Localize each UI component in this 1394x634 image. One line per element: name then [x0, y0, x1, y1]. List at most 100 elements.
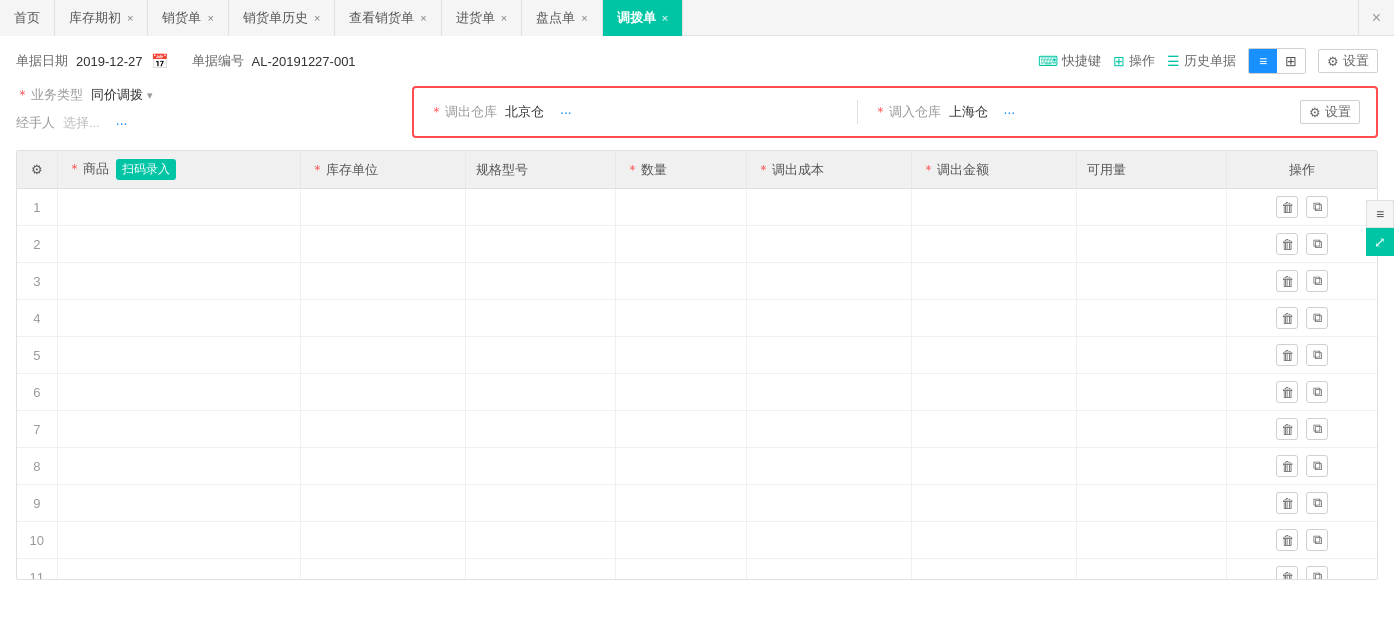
- spec-cell-5[interactable]: [465, 337, 615, 374]
- in-warehouse-more-button[interactable]: ···: [1004, 104, 1016, 120]
- delete-icon-8[interactable]: 🗑: [1276, 455, 1298, 477]
- copy-icon-4[interactable]: ⧉: [1306, 307, 1328, 329]
- spec-cell-9[interactable]: [465, 485, 615, 522]
- delete-icon-11[interactable]: 🗑: [1276, 566, 1298, 580]
- cost-cell-7[interactable]: [747, 411, 912, 448]
- copy-icon-7[interactable]: ⧉: [1306, 418, 1328, 440]
- qty-cell-2[interactable]: [615, 226, 746, 263]
- amount-cell-11[interactable]: [912, 559, 1077, 581]
- tab-view-sales[interactable]: 查看销货单 ×: [335, 0, 441, 36]
- qty-cell-3[interactable]: [615, 263, 746, 300]
- spec-cell-1[interactable]: [465, 189, 615, 226]
- cost-cell-1[interactable]: [747, 189, 912, 226]
- tab-sales-history[interactable]: 销货单历史 ×: [229, 0, 335, 36]
- copy-icon-10[interactable]: ⧉: [1306, 529, 1328, 551]
- unit-cell-5[interactable]: [300, 337, 465, 374]
- product-cell-5[interactable]: [57, 337, 300, 374]
- delete-icon-9[interactable]: 🗑: [1276, 492, 1298, 514]
- tab-close-inventory-init[interactable]: ×: [127, 12, 133, 24]
- unit-cell-1[interactable]: [300, 189, 465, 226]
- amount-cell-4[interactable]: [912, 300, 1077, 337]
- calendar-icon[interactable]: 📅: [151, 53, 168, 69]
- history-action[interactable]: ☰ 历史单据: [1167, 52, 1236, 70]
- delete-icon-4[interactable]: 🗑: [1276, 307, 1298, 329]
- delete-icon-2[interactable]: 🗑: [1276, 233, 1298, 255]
- product-cell-8[interactable]: [57, 448, 300, 485]
- qty-cell-8[interactable]: [615, 448, 746, 485]
- amount-cell-7[interactable]: [912, 411, 1077, 448]
- out-warehouse-more-button[interactable]: ···: [560, 104, 572, 120]
- tab-close-inventory-check[interactable]: ×: [581, 12, 587, 24]
- window-close-button[interactable]: ×: [1358, 0, 1394, 36]
- tab-purchase[interactable]: 进货单 ×: [442, 0, 522, 36]
- copy-icon-2[interactable]: ⧉: [1306, 233, 1328, 255]
- shortcut-action[interactable]: ⌨ 快捷键: [1038, 52, 1101, 70]
- amount-cell-3[interactable]: [912, 263, 1077, 300]
- col-settings[interactable]: ⚙: [17, 151, 57, 189]
- copy-icon-3[interactable]: ⧉: [1306, 270, 1328, 292]
- spec-cell-6[interactable]: [465, 374, 615, 411]
- spec-cell-7[interactable]: [465, 411, 615, 448]
- delete-icon-10[interactable]: 🗑: [1276, 529, 1298, 551]
- unit-cell-8[interactable]: [300, 448, 465, 485]
- amount-cell-1[interactable]: [912, 189, 1077, 226]
- qty-cell-11[interactable]: [615, 559, 746, 581]
- cost-cell-8[interactable]: [747, 448, 912, 485]
- cost-cell-2[interactable]: [747, 226, 912, 263]
- cost-cell-9[interactable]: [747, 485, 912, 522]
- cost-cell-10[interactable]: [747, 522, 912, 559]
- operations-action[interactable]: ⊞ 操作: [1113, 52, 1155, 70]
- product-cell-1[interactable]: [57, 189, 300, 226]
- tab-close-sales-order[interactable]: ×: [207, 12, 213, 24]
- product-cell-6[interactable]: [57, 374, 300, 411]
- list-view-button[interactable]: ≡: [1249, 49, 1277, 73]
- settings-button[interactable]: ⚙ 设置: [1318, 49, 1378, 73]
- qty-cell-9[interactable]: [615, 485, 746, 522]
- unit-cell-7[interactable]: [300, 411, 465, 448]
- tab-inventory-init[interactable]: 库存期初 ×: [55, 0, 148, 36]
- sidebar-list-icon[interactable]: ≡: [1366, 200, 1394, 228]
- delete-icon-5[interactable]: 🗑: [1276, 344, 1298, 366]
- amount-cell-8[interactable]: [912, 448, 1077, 485]
- product-cell-9[interactable]: [57, 485, 300, 522]
- qty-cell-1[interactable]: [615, 189, 746, 226]
- warehouse-settings-button[interactable]: ⚙ 设置: [1300, 100, 1360, 124]
- unit-cell-4[interactable]: [300, 300, 465, 337]
- copy-icon-5[interactable]: ⧉: [1306, 344, 1328, 366]
- tab-close-purchase[interactable]: ×: [501, 12, 507, 24]
- qty-cell-4[interactable]: [615, 300, 746, 337]
- spec-cell-3[interactable]: [465, 263, 615, 300]
- handler-value[interactable]: 选择...: [63, 114, 100, 132]
- spec-cell-8[interactable]: [465, 448, 615, 485]
- spec-cell-11[interactable]: [465, 559, 615, 581]
- spec-cell-4[interactable]: [465, 300, 615, 337]
- unit-cell-11[interactable]: [300, 559, 465, 581]
- qty-cell-7[interactable]: [615, 411, 746, 448]
- tab-transfer[interactable]: 调拨单 ×: [603, 0, 683, 36]
- copy-icon-1[interactable]: ⧉: [1306, 196, 1328, 218]
- copy-icon-8[interactable]: ⧉: [1306, 455, 1328, 477]
- product-cell-11[interactable]: [57, 559, 300, 581]
- handler-more-button[interactable]: ···: [116, 115, 128, 131]
- product-cell-4[interactable]: [57, 300, 300, 337]
- unit-cell-3[interactable]: [300, 263, 465, 300]
- sidebar-expand-icon[interactable]: ⤢: [1366, 228, 1394, 256]
- cost-cell-3[interactable]: [747, 263, 912, 300]
- amount-cell-2[interactable]: [912, 226, 1077, 263]
- unit-cell-9[interactable]: [300, 485, 465, 522]
- cost-cell-5[interactable]: [747, 337, 912, 374]
- grid-view-button[interactable]: ⊞: [1277, 49, 1305, 73]
- qty-cell-6[interactable]: [615, 374, 746, 411]
- spec-cell-2[interactable]: [465, 226, 615, 263]
- product-cell-10[interactable]: [57, 522, 300, 559]
- unit-cell-6[interactable]: [300, 374, 465, 411]
- spec-cell-10[interactable]: [465, 522, 615, 559]
- amount-cell-9[interactable]: [912, 485, 1077, 522]
- tab-close-transfer[interactable]: ×: [662, 12, 668, 24]
- qty-cell-10[interactable]: [615, 522, 746, 559]
- product-cell-7[interactable]: [57, 411, 300, 448]
- amount-cell-10[interactable]: [912, 522, 1077, 559]
- tab-sales-order[interactable]: 销货单 ×: [148, 0, 228, 36]
- amount-cell-5[interactable]: [912, 337, 1077, 374]
- delete-icon-6[interactable]: 🗑: [1276, 381, 1298, 403]
